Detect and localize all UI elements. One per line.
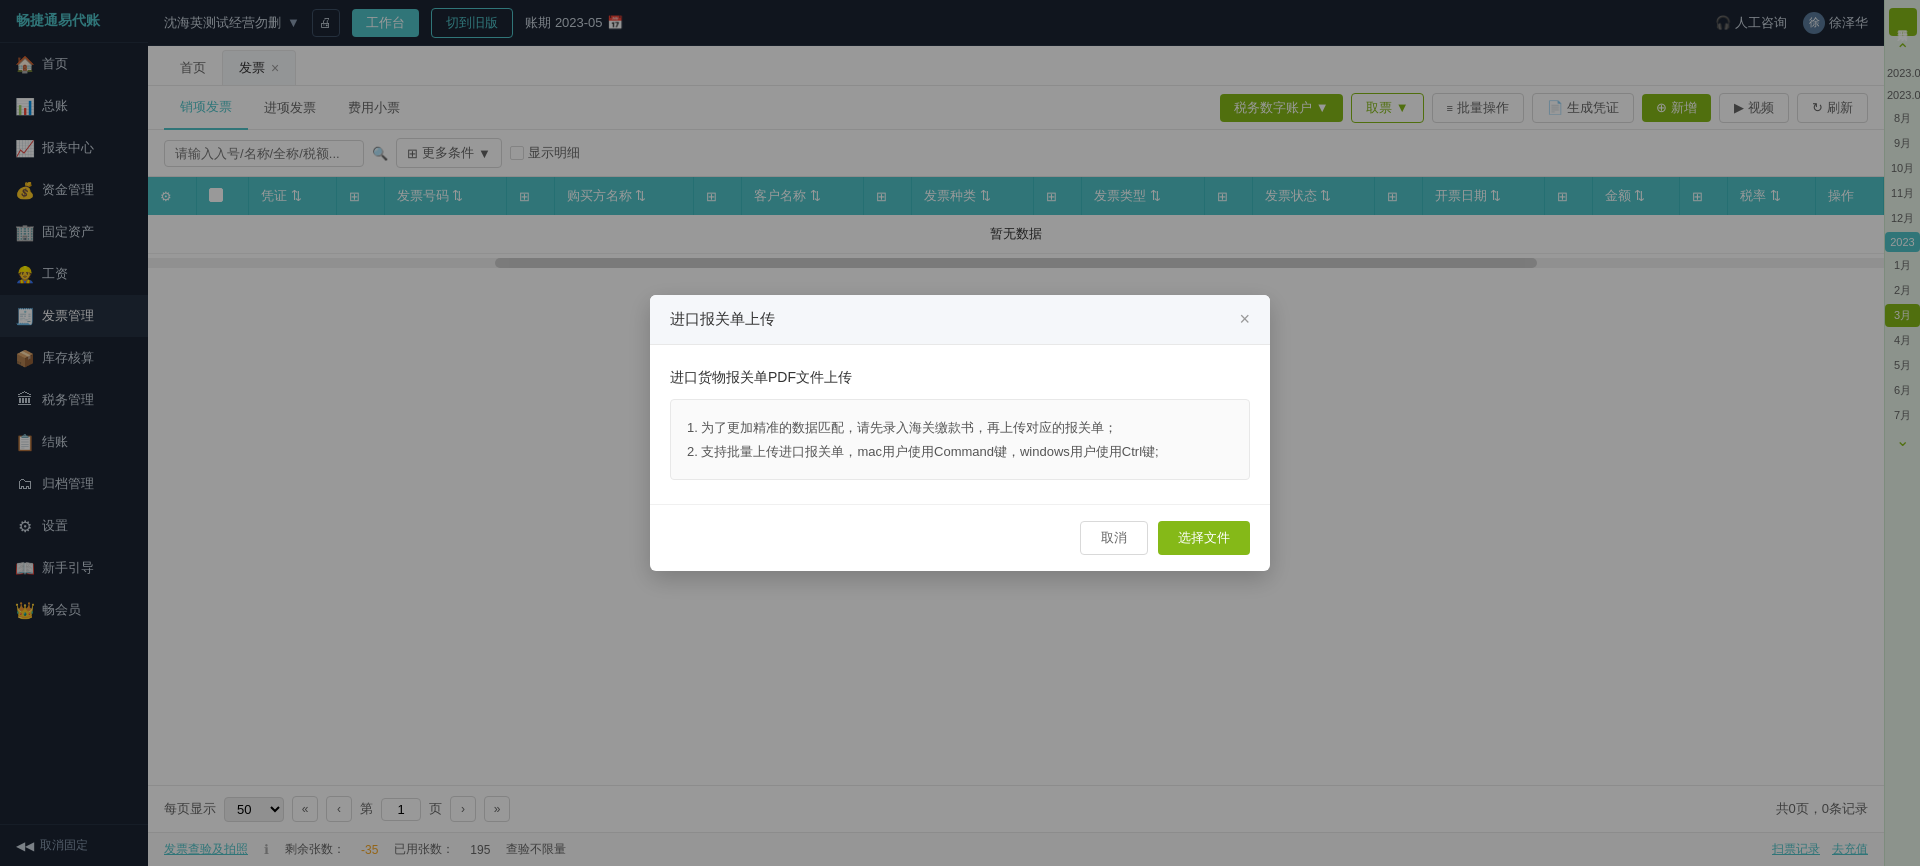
dialog-close-button[interactable]: ×: [1239, 309, 1250, 330]
dialog-header: 进口报关单上传 ×: [650, 295, 1270, 345]
dialog-title: 进口报关单上传: [670, 310, 775, 329]
dialog-body: 进口货物报关单PDF文件上传 1. 为了更加精准的数据匹配，请先录入海关缴款书，…: [650, 345, 1270, 504]
import-customs-dialog: 进口报关单上传 × 进口货物报关单PDF文件上传 1. 为了更加精准的数据匹配，…: [650, 295, 1270, 571]
dialog-cancel-button[interactable]: 取消: [1080, 521, 1148, 555]
modal-overlay[interactable]: 进口报关单上传 × 进口货物报关单PDF文件上传 1. 为了更加精准的数据匹配，…: [0, 0, 1920, 866]
dialog-section-title: 进口货物报关单PDF文件上传: [670, 369, 1250, 387]
dialog-info-item-1: 1. 为了更加精准的数据匹配，请先录入海关缴款书，再上传对应的报关单；: [687, 416, 1233, 439]
dialog-info-box: 1. 为了更加精准的数据匹配，请先录入海关缴款书，再上传对应的报关单； 2. 支…: [670, 399, 1250, 480]
dialog-select-file-button[interactable]: 选择文件: [1158, 521, 1250, 555]
dialog-info-item-2: 2. 支持批量上传进口报关单，mac用户使用Command键，windows用户…: [687, 440, 1233, 463]
dialog-footer: 取消 选择文件: [650, 504, 1270, 571]
